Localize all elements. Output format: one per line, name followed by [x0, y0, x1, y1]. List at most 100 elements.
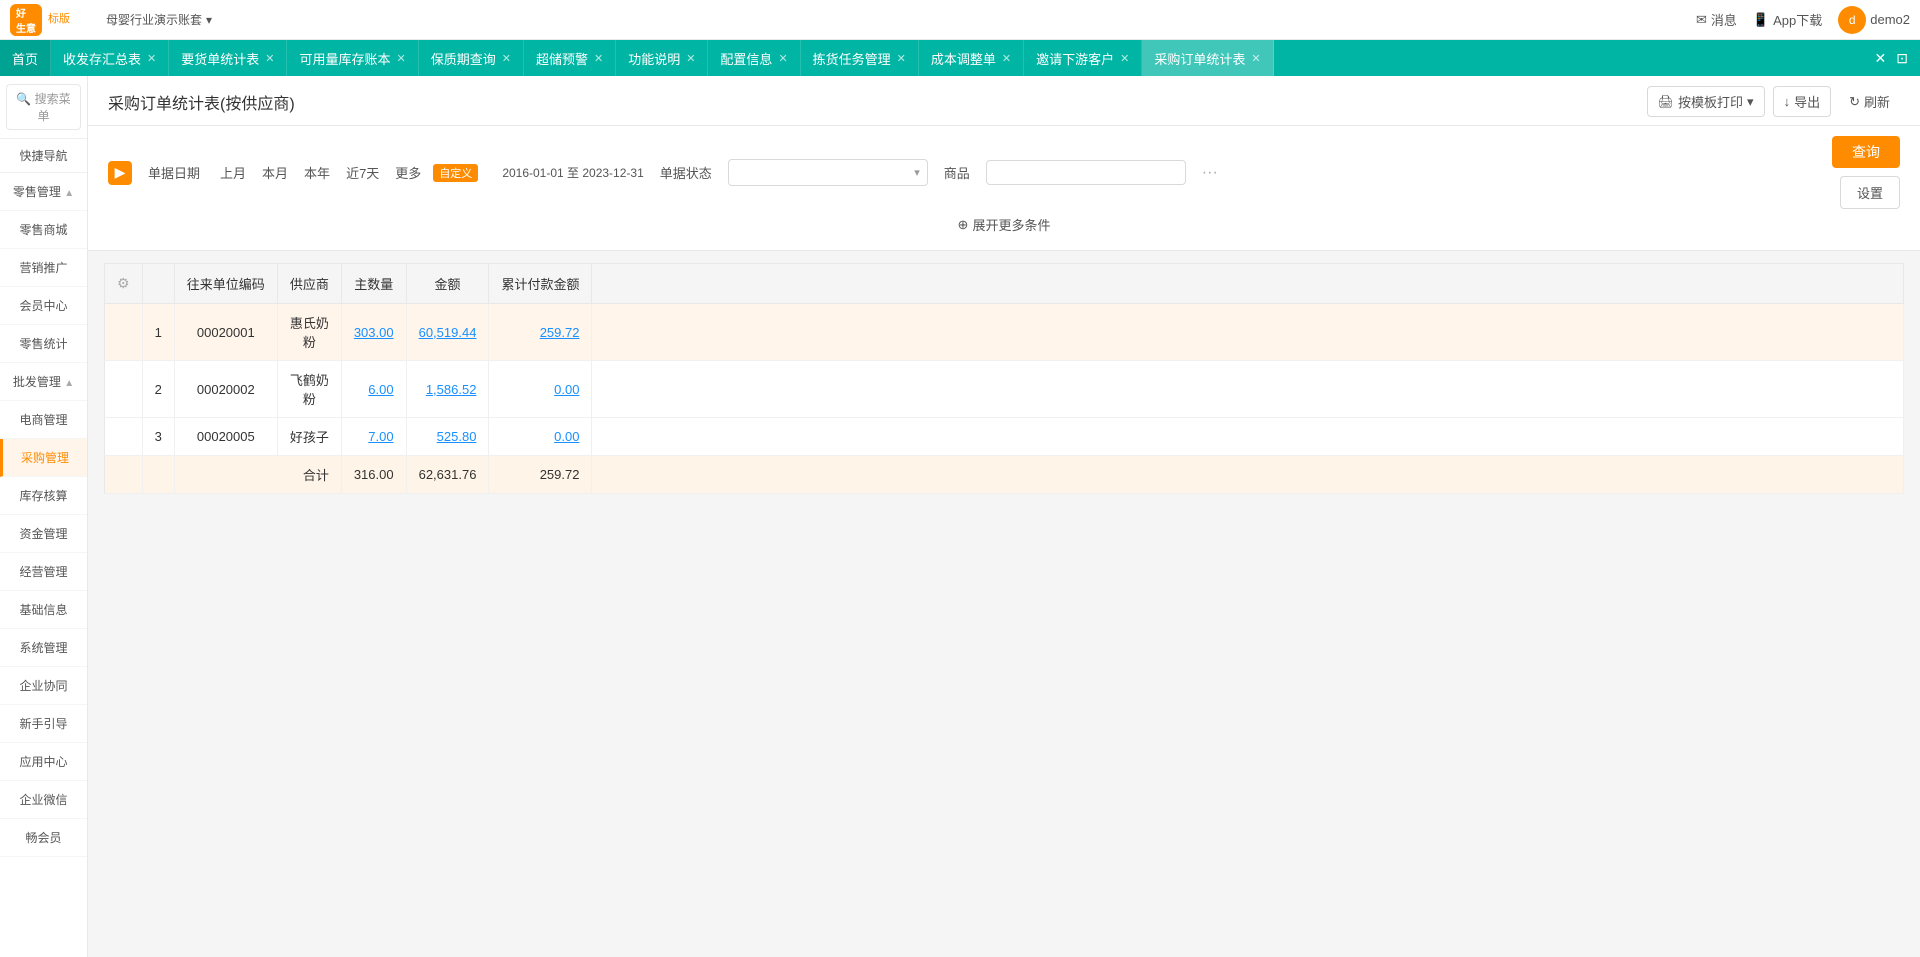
tab-yaohuo-close[interactable]: ✕ — [265, 52, 274, 65]
sidebar-item-purchase[interactable]: 采购管理 — [0, 439, 87, 477]
row-1-quantity: 303.00 — [341, 304, 406, 361]
table-footer: 合计 316.00 62,631.76 259.72 — [105, 456, 1904, 494]
sidebar-item-enterprise[interactable]: 企业协同 — [0, 667, 87, 705]
tab-caigou-close[interactable]: ✕ — [1251, 52, 1260, 65]
sidebar-item-marketing[interactable]: 营销推广 — [0, 249, 87, 287]
sidebar-item-appcenter[interactable]: 应用中心 — [0, 743, 87, 781]
row-2-supplier: 飞鹤奶粉 — [277, 361, 341, 418]
row-1-supplier: 惠氏奶粉 — [277, 304, 341, 361]
row-3-check — [105, 418, 143, 456]
sidebar-item-retailstat[interactable]: 零售统计 — [0, 325, 87, 363]
custom-date-badge: 自定义 — [433, 164, 478, 182]
filter-area: ▶ 单据日期 上月 本月 本年 近7天 更多 自定义 2016-01-01 至 … — [88, 126, 1920, 251]
workspace-selector[interactable]: 母婴行业演示账套 ▾ — [98, 7, 220, 32]
quick-nav-button[interactable]: 快捷导航 — [0, 139, 87, 173]
date-this-year[interactable]: 本年 — [300, 161, 334, 184]
tab-chaochuu-label: 超储预警 — [536, 49, 588, 68]
sidebar-item-inventory[interactable]: 库存核算 — [0, 477, 87, 515]
tab-home[interactable]: 首页 — [0, 40, 51, 76]
export-button[interactable]: ↓ 导出 — [1773, 86, 1832, 117]
footer-check — [105, 456, 143, 494]
query-button[interactable]: 查询 — [1832, 136, 1900, 168]
sidebar-item-member[interactable]: 会员中心 — [0, 287, 87, 325]
tab-caigou[interactable]: 采购订单统计表 ✕ — [1142, 40, 1273, 76]
date-this-month[interactable]: 本月 — [258, 161, 292, 184]
row-3-supplier: 好孩子 — [277, 418, 341, 456]
tab-chaochuu[interactable]: 超储预警 ✕ — [524, 40, 616, 76]
app-download-button[interactable]: 📱 App下载 — [1753, 10, 1822, 29]
table-header-row: ⚙ 往来单位编码 供应商 主数量 金额 累计付款金额 — [105, 264, 1904, 304]
template-print-button[interactable]: 🖨 按模板打印 ▾ — [1647, 86, 1765, 117]
tab-baobao-close[interactable]: ✕ — [502, 52, 511, 65]
tab-pihuo-close[interactable]: ✕ — [897, 52, 906, 65]
date-more[interactable]: 更多 — [391, 161, 425, 184]
sidebar-item-system[interactable]: 系统管理 — [0, 629, 87, 667]
date-7days[interactable]: 近7天 — [342, 161, 383, 184]
more-filter-icon[interactable]: ··· — [1202, 164, 1218, 182]
sidebar-item-retail[interactable]: 零售管理 ▲ — [0, 173, 87, 211]
tab-chengben-label: 成本调整单 — [931, 49, 996, 68]
row-3-amount: 525.80 — [406, 418, 489, 456]
data-table: ⚙ 往来单位编码 供应商 主数量 金额 累计付款金额 1 — [104, 263, 1904, 494]
tab-gongneng-close[interactable]: ✕ — [686, 52, 695, 65]
tab-yaoqing-close[interactable]: ✕ — [1120, 52, 1129, 65]
page-header: 采购订单统计表(按供应商) 🖨 按模板打印 ▾ ↓ 导出 ↻ 刷新 — [88, 76, 1920, 126]
tab-gongneng-label: 功能说明 — [628, 49, 680, 68]
filter-row-1: ▶ 单据日期 上月 本月 本年 近7天 更多 自定义 2016-01-01 至 … — [108, 136, 1900, 209]
search-menu-button[interactable]: 🔍 搜索菜单 — [6, 84, 81, 130]
tab-keyong-close[interactable]: ✕ — [397, 52, 406, 65]
chevron-down-icon-print: ▾ — [1747, 94, 1754, 110]
tab-yaohuo[interactable]: 要货单统计表 ✕ — [169, 40, 287, 76]
footer-amount: 62,631.76 — [406, 456, 489, 494]
sidebar-item-ecommerce[interactable]: 电商管理 — [0, 401, 87, 439]
tab-chengben-close[interactable]: ✕ — [1002, 52, 1011, 65]
filter-toggle-button[interactable]: ▶ — [108, 161, 132, 185]
sidebar-item-retailshop[interactable]: 零售商城 — [0, 211, 87, 249]
row-1-extra — [592, 304, 1904, 361]
tab-shoufa[interactable]: 收发存汇总表 ✕ — [51, 40, 169, 76]
tab-pihuo[interactable]: 拣货任务管理 ✕ — [801, 40, 919, 76]
row-2-quantity: 6.00 — [341, 361, 406, 418]
tab-gongneng[interactable]: 功能说明 ✕ — [616, 40, 708, 76]
tab-yaohuo-label: 要货单统计表 — [181, 49, 259, 68]
status-select[interactable] — [728, 159, 928, 186]
tab-shoufa-close[interactable]: ✕ — [147, 52, 156, 65]
table-row: 3 00020005 好孩子 7.00 525.80 0.00 — [105, 418, 1904, 456]
tab-baobao[interactable]: 保质期查询 ✕ — [419, 40, 524, 76]
col-check: ⚙ — [105, 264, 143, 304]
sidebar-item-operations[interactable]: 经营管理 — [0, 553, 87, 591]
settings-icon[interactable]: ⚙ — [117, 275, 130, 291]
goods-search-input[interactable] — [986, 160, 1186, 185]
footer-paid: 259.72 — [489, 456, 592, 494]
tab-peizhi-close[interactable]: ✕ — [778, 52, 787, 65]
message-button[interactable]: ✉ 消息 — [1696, 10, 1737, 29]
status-select-wrapper: ▾ — [728, 159, 928, 186]
sidebar-item-finance[interactable]: 资金管理 — [0, 515, 87, 553]
sidebar-item-batch[interactable]: 批发管理 ▲ — [0, 363, 87, 401]
col-extra — [592, 264, 1904, 304]
col-amount: 金额 — [406, 264, 489, 304]
user-menu[interactable]: d demo2 — [1838, 6, 1910, 34]
content-area: 采购订单统计表(按供应商) 🖨 按模板打印 ▾ ↓ 导出 ↻ 刷新 — [88, 76, 1920, 957]
tab-keyong[interactable]: 可用量库存账本 ✕ — [287, 40, 418, 76]
date-last-month[interactable]: 上月 — [216, 161, 250, 184]
row-1-check — [105, 304, 143, 361]
expand-more-button[interactable]: ⊕ 展开更多条件 — [108, 209, 1900, 240]
sidebar-item-newguide[interactable]: 新手引导 — [0, 705, 87, 743]
sidebar-item-wechat[interactable]: 企业微信 — [0, 781, 87, 819]
tab-peizhi[interactable]: 配置信息 ✕ — [708, 40, 800, 76]
row-2-code: 00020002 — [174, 361, 277, 418]
avatar: d — [1838, 6, 1866, 34]
goods-filter-label: 商品 — [944, 163, 970, 182]
settings-button[interactable]: 设置 — [1840, 176, 1900, 209]
sidebar-item-vip[interactable]: 畅会员 — [0, 819, 87, 857]
table-body: 1 00020001 惠氏奶粉 303.00 60,519.44 259.72 … — [105, 304, 1904, 456]
tab-maximize-icon[interactable]: ⊡ — [1892, 46, 1912, 71]
sidebar-item-basicinfo[interactable]: 基础信息 — [0, 591, 87, 629]
tab-chengben[interactable]: 成本调整单 ✕ — [919, 40, 1024, 76]
tab-chaochuu-close[interactable]: ✕ — [594, 52, 603, 65]
tab-close-all-icon[interactable]: ✕ — [1871, 46, 1891, 71]
refresh-button[interactable]: ↻ 刷新 — [1839, 87, 1900, 116]
tab-yaoqing-label: 邀请下游客户 — [1036, 49, 1114, 68]
tab-yaoqing[interactable]: 邀请下游客户 ✕ — [1024, 40, 1142, 76]
